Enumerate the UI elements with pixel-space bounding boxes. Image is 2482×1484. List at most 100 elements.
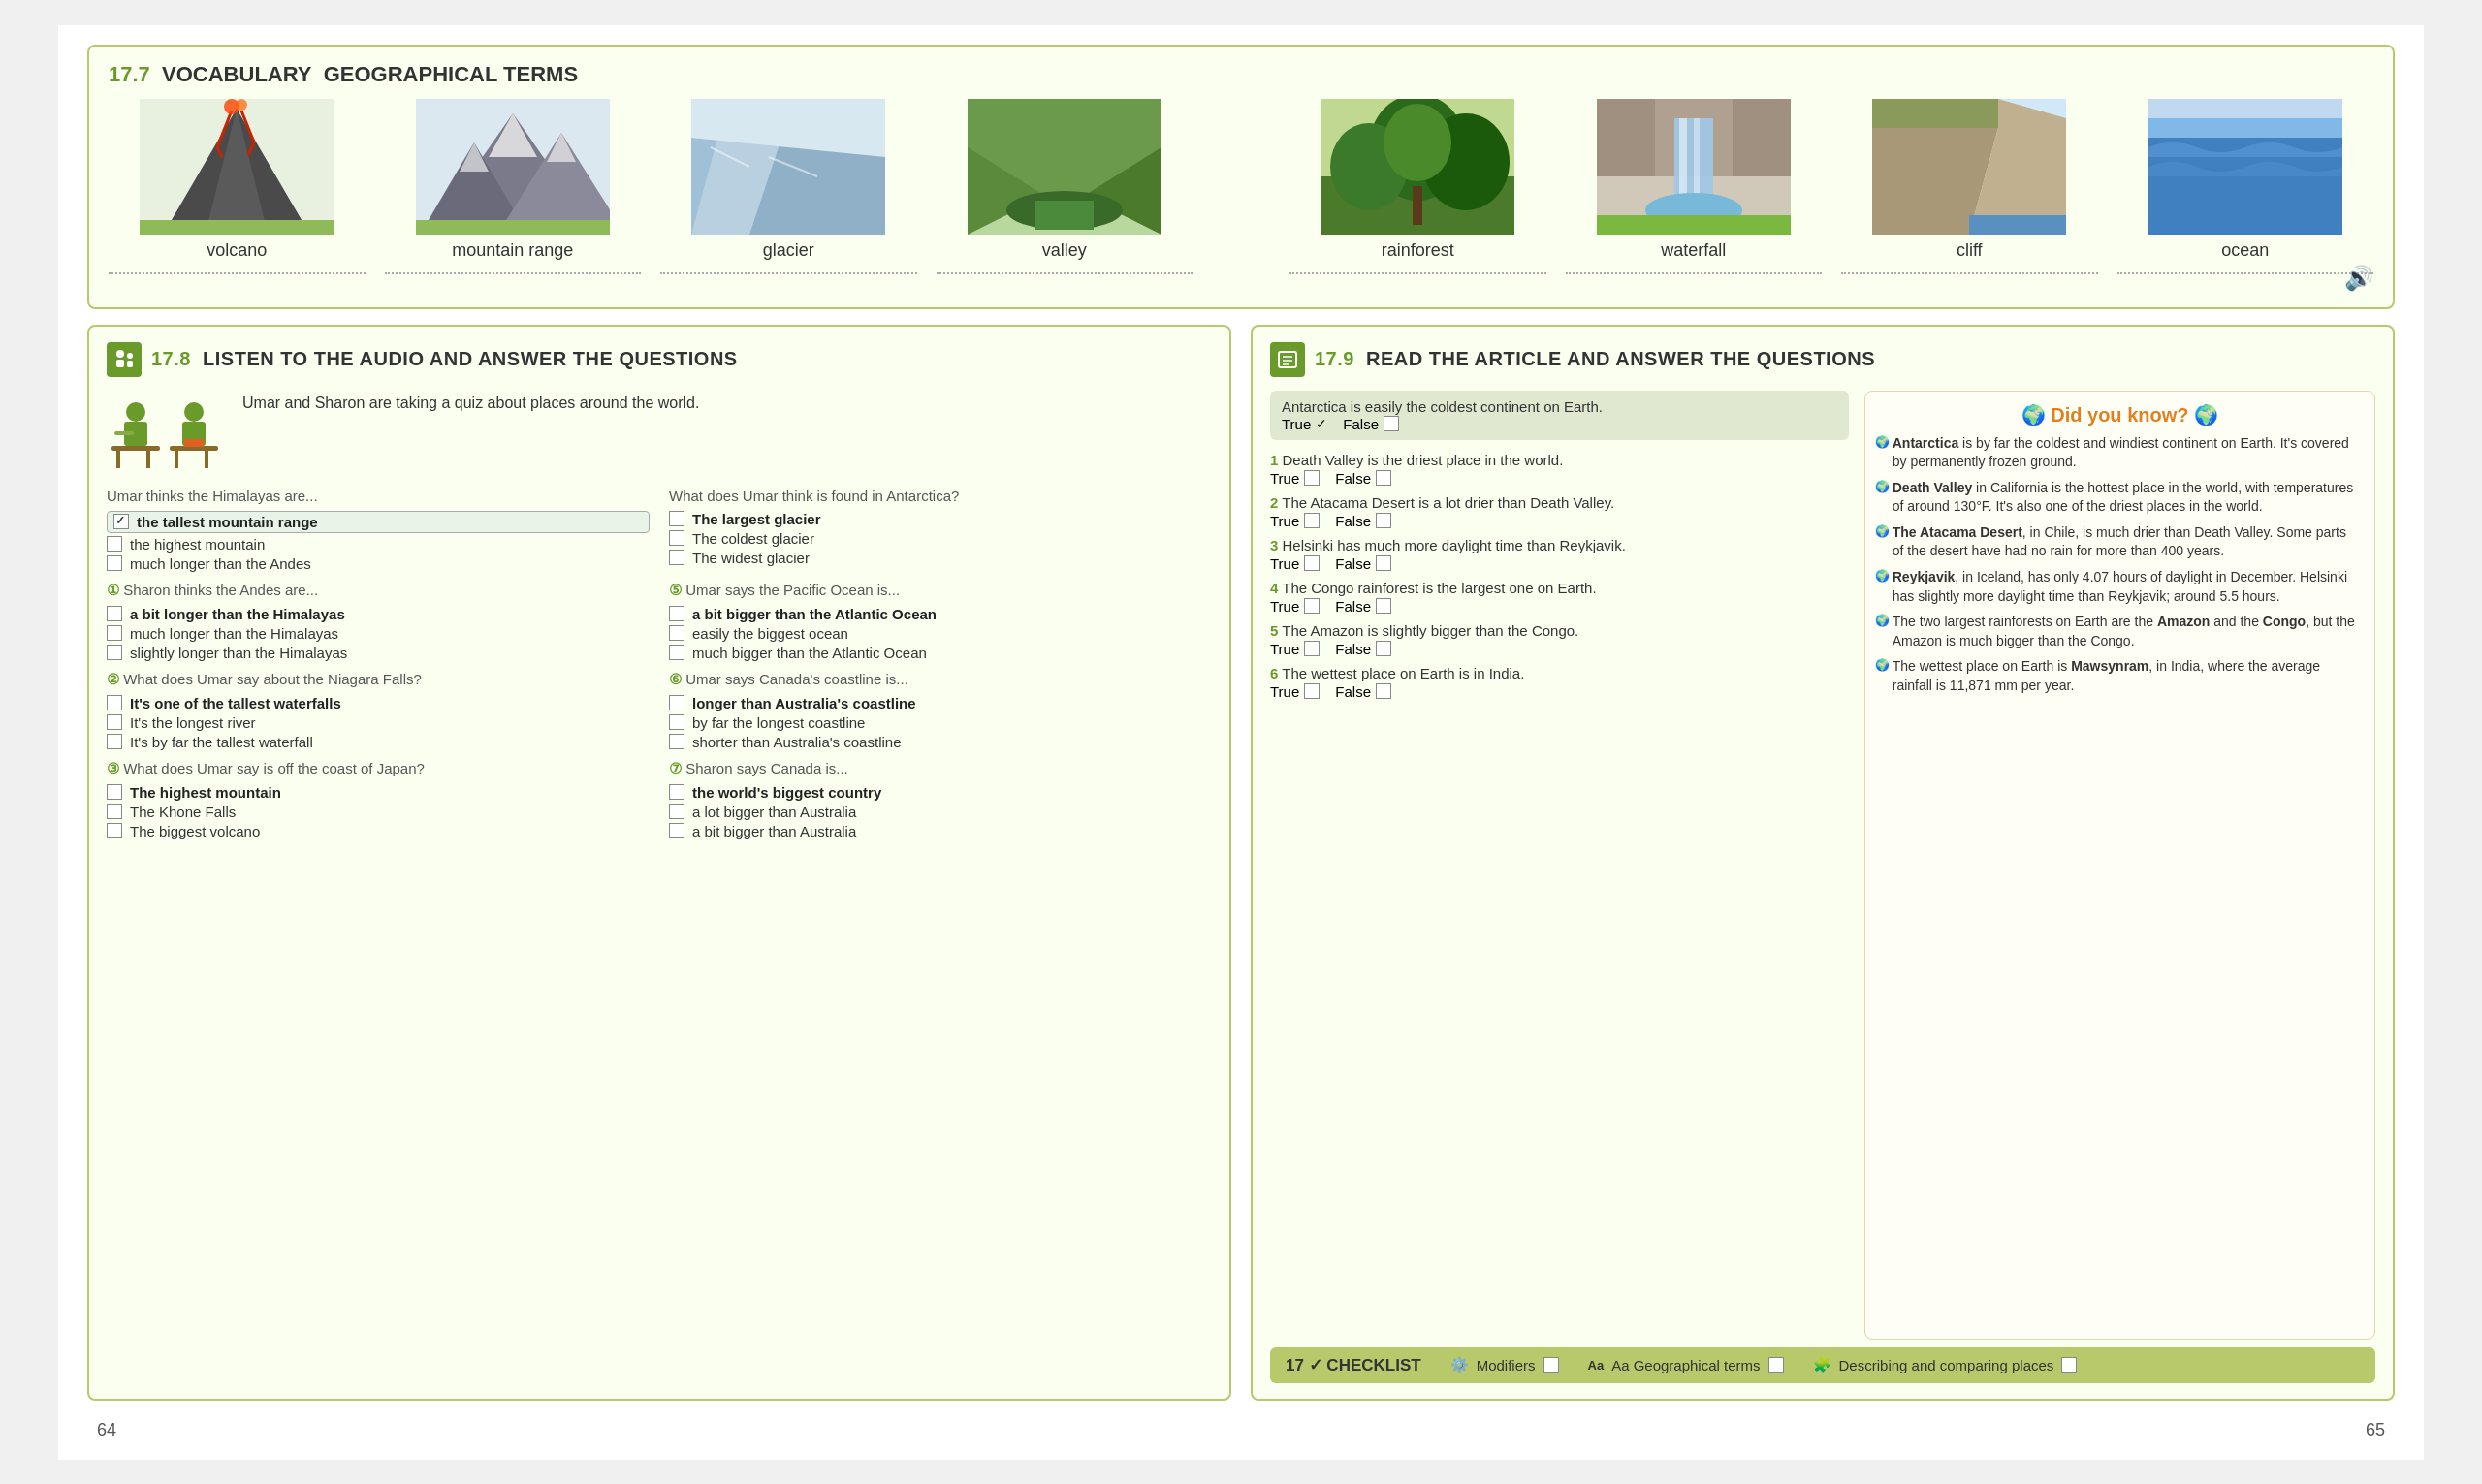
vocab-label-valley: valley — [1042, 240, 1087, 261]
q7-checkbox0[interactable] — [669, 784, 684, 800]
svg-point-4 — [236, 99, 247, 111]
q6-opt2[interactable]: shorter than Australia's coastline — [669, 734, 1212, 750]
vocab-label-mountain: mountain range — [452, 240, 573, 261]
vocab-label-volcano: volcano — [207, 240, 267, 261]
q1-checkbox0[interactable] — [107, 606, 122, 621]
q0-opt1[interactable]: the highest mountain — [107, 536, 650, 553]
tf-q5: 6 The wettest place on Earth is in India… — [1270, 665, 1849, 700]
vocab-images: volcano mountain — [109, 99, 2373, 274]
tf-q3-false[interactable]: False — [1335, 598, 1391, 615]
q2-opt1[interactable]: It's the longest river — [107, 714, 650, 731]
q2-checkbox2[interactable] — [107, 734, 122, 749]
gear-icon: ⚙️ — [1450, 1356, 1469, 1373]
q1-prompt: ① Sharon thinks the Andes are... — [107, 582, 650, 599]
q3-opt2[interactable]: The biggest volcano — [107, 823, 650, 839]
q2-opt2[interactable]: It's by far the tallest waterfall — [107, 734, 650, 750]
tf-q5-false[interactable]: False — [1335, 683, 1391, 700]
tf-q1-true[interactable]: True — [1270, 513, 1320, 529]
q6-checkbox0[interactable] — [669, 695, 684, 710]
vocab-dots-ocean — [2117, 267, 2374, 274]
q4-checkbox1[interactable] — [669, 530, 684, 546]
q6-opt0[interactable]: longer than Australia's coastline — [669, 695, 1212, 711]
svg-rect-46 — [1969, 215, 2066, 235]
q6-checkbox1[interactable] — [669, 714, 684, 730]
vocab-item-valley: valley — [937, 99, 1193, 274]
q4-opt0[interactable]: The largest glacier — [669, 511, 1212, 527]
q3-checkbox2[interactable] — [107, 823, 122, 838]
q2-opt0[interactable]: It's one of the tallest waterfalls — [107, 695, 650, 711]
tf-q1-false[interactable]: False — [1335, 513, 1391, 529]
section-17-9: 17.9 READ THE ARTICLE AND ANSWER THE QUE… — [1251, 325, 2395, 1401]
tf-q0-true[interactable]: True — [1270, 470, 1320, 487]
svg-rect-49 — [2148, 99, 2342, 118]
tf-intro-question: Antarctica is easily the coldest contine… — [1282, 398, 1837, 415]
q1-opt2[interactable]: slightly longer than the Himalayas — [107, 645, 650, 661]
q5-opt1[interactable]: easily the biggest ocean — [669, 625, 1212, 642]
q7-opt0[interactable]: the world's biggest country — [669, 784, 1212, 801]
checklist-describing-check[interactable] — [2061, 1357, 2077, 1373]
tf-intro-false-check[interactable] — [1384, 416, 1399, 431]
tf-questions-container: 1 Death Valley is the driest place in th… — [1270, 452, 1849, 708]
audio-icon[interactable]: 🔊 — [2344, 265, 2373, 291]
q1-checkbox2[interactable] — [107, 645, 122, 660]
q4-opt1[interactable]: The coldest glacier — [669, 530, 1212, 547]
q5-opt0[interactable]: a bit bigger than the Atlantic Ocean — [669, 606, 1212, 622]
checklist-geo-check[interactable] — [1768, 1357, 1784, 1373]
read-icon — [1270, 342, 1305, 377]
tf-q0: 1 Death Valley is the driest place in th… — [1270, 452, 1849, 487]
dyk-item-5: The wettest place on Earth is Mawsynram,… — [1879, 657, 2361, 695]
q4-checkbox0[interactable] — [669, 511, 684, 526]
q1-opt1[interactable]: much longer than the Himalayas — [107, 625, 650, 642]
listen-intro: Umar and Sharon are taking a quiz about … — [107, 393, 1212, 470]
q4-opt2[interactable]: The widest glacier — [669, 550, 1212, 566]
dyk-item-1: Death Valley in California is the hottes… — [1879, 479, 2361, 517]
q2-checkbox0[interactable] — [107, 695, 122, 710]
q3-checkbox1[interactable] — [107, 804, 122, 819]
tf-intro-false[interactable]: False — [1343, 416, 1399, 432]
svg-rect-60 — [146, 451, 150, 468]
q6-checkbox2[interactable] — [669, 734, 684, 749]
tf-q5-true[interactable]: True — [1270, 683, 1320, 700]
tf-q4-true[interactable]: True — [1270, 641, 1320, 657]
q7-opt2[interactable]: a bit bigger than Australia — [669, 823, 1212, 839]
q3-checkbox0[interactable] — [107, 784, 122, 800]
checklist-modifiers-check[interactable] — [1543, 1357, 1559, 1373]
q7-checkbox2[interactable] — [669, 823, 684, 838]
q0-checkbox2[interactable] — [107, 555, 122, 571]
q5-checkbox1[interactable] — [669, 625, 684, 641]
tf-q0-false[interactable]: False — [1335, 470, 1391, 487]
tf-q4-false[interactable]: False — [1335, 641, 1391, 657]
q2-checkbox1[interactable] — [107, 714, 122, 730]
q4-block: What does Umar think is found in Antarct… — [669, 488, 1212, 572]
page-right: 65 — [2366, 1420, 2385, 1440]
q3-opt0[interactable]: The highest mountain — [107, 784, 650, 801]
q0-checkbox0[interactable] — [113, 514, 129, 529]
q5-checkbox2[interactable] — [669, 645, 684, 660]
q0-checkbox1[interactable] — [107, 536, 122, 552]
vocab-dots-waterfall — [1566, 267, 1823, 274]
svg-rect-51 — [116, 360, 124, 367]
svg-rect-39 — [1694, 118, 1700, 205]
tf-intro-true[interactable]: True ✓ — [1282, 416, 1327, 432]
q1-checkbox1[interactable] — [107, 625, 122, 641]
tf-q3-true[interactable]: True — [1270, 598, 1320, 615]
tf-q2-true[interactable]: True — [1270, 555, 1320, 572]
tf-q2-false[interactable]: False — [1335, 555, 1391, 572]
svg-rect-38 — [1679, 118, 1687, 205]
read-questions: Antarctica is easily the coldest contine… — [1270, 391, 1849, 1340]
q7-checkbox1[interactable] — [669, 804, 684, 819]
vocab-item-waterfall: waterfall — [1566, 99, 1823, 274]
q5-opt2[interactable]: much bigger than the Atlantic Ocean — [669, 645, 1212, 661]
vocab-dots-glacier — [660, 267, 917, 274]
q0-opt2[interactable]: much longer than the Andes — [107, 555, 650, 572]
q6-opt1[interactable]: by far the longest coastline — [669, 714, 1212, 731]
q6-prompt: ⑥ Umar says Canada's coastline is... — [669, 671, 1212, 688]
q4-checkbox2[interactable] — [669, 550, 684, 565]
q3-opt1[interactable]: The Khone Falls — [107, 804, 650, 820]
tf-q2: 3 Helsinki has much more daylight time t… — [1270, 537, 1849, 572]
q0-opt0[interactable]: the tallest mountain range — [107, 511, 650, 533]
q7-opt1[interactable]: a lot bigger than Australia — [669, 804, 1212, 820]
q5-checkbox0[interactable] — [669, 606, 684, 621]
q2-prompt: ② What does Umar say about the Niagara F… — [107, 671, 650, 688]
q1-opt0[interactable]: a bit longer than the Himalayas — [107, 606, 650, 622]
